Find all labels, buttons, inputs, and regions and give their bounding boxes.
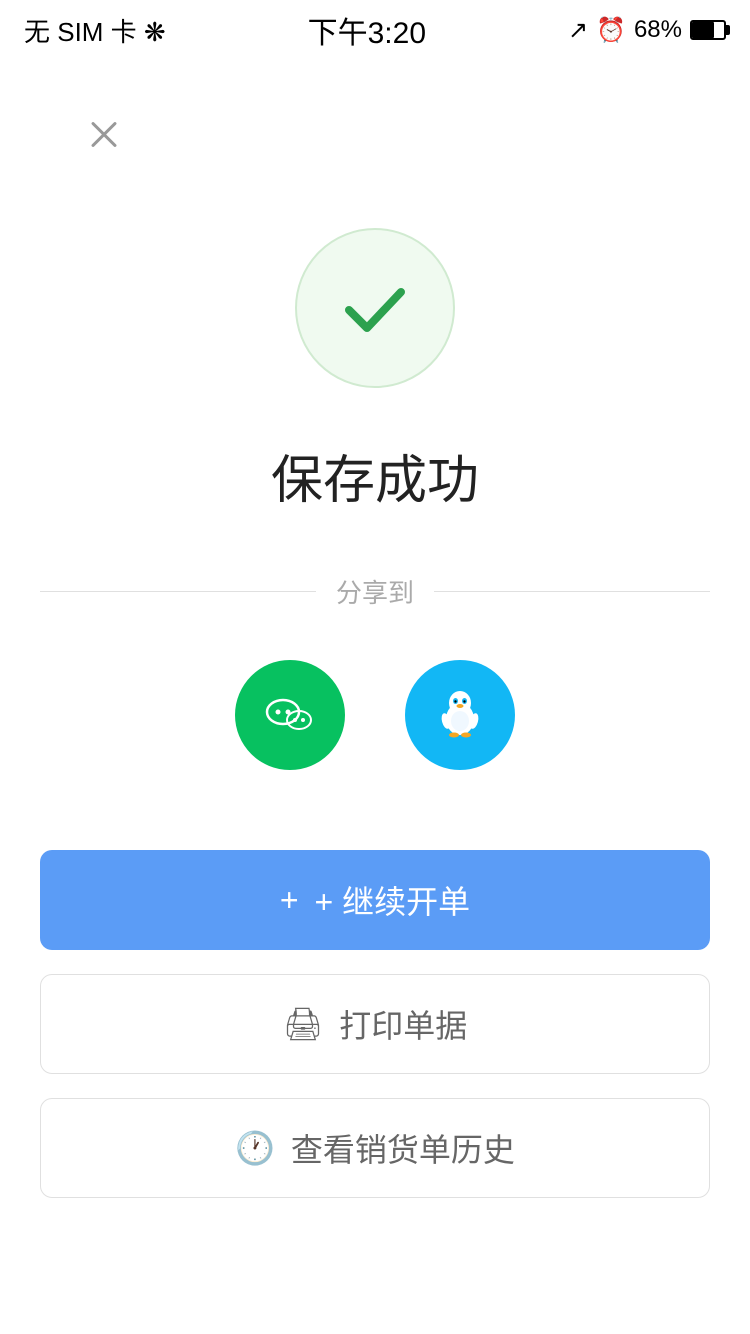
action-buttons: + + 继续开单 🖨 打印单据 🕐 查看销货单历史 xyxy=(40,850,710,1198)
close-button[interactable] xyxy=(80,110,128,158)
print-label: 打印单据 xyxy=(339,1001,467,1047)
wechat-share-button[interactable] xyxy=(235,660,345,770)
status-time: 下午3:20 xyxy=(308,8,426,52)
divider-line-left xyxy=(40,591,316,592)
clock-icon: 🕐 xyxy=(235,1129,275,1167)
location-icon: ↗ xyxy=(568,16,588,45)
alarm-icon: ⏰ xyxy=(596,16,626,45)
status-right: ↗ ⏰ 68% xyxy=(568,16,726,45)
status-bar: 无 SIM 卡 ❋ 下午3:20 ↗ ⏰ 68% xyxy=(0,0,750,60)
qq-icon xyxy=(430,685,490,745)
history-button[interactable]: 🕐 查看销货单历史 xyxy=(40,1098,710,1198)
checkmark-icon xyxy=(335,268,415,348)
success-icon-circle xyxy=(295,228,455,388)
share-divider: 分享到 xyxy=(40,573,710,610)
status-left: 无 SIM 卡 ❋ xyxy=(24,12,166,49)
printer-icon: 🖨 xyxy=(283,1005,324,1043)
main-content: 保存成功 分享到 xyxy=(0,128,750,1334)
wechat-icon xyxy=(259,684,321,746)
battery-icon xyxy=(690,20,726,40)
share-icons-row xyxy=(235,660,515,770)
battery-level: 68% xyxy=(634,16,682,44)
history-label: 查看销货单历史 xyxy=(291,1125,515,1171)
continue-label: + 继续开单 xyxy=(315,877,471,923)
sim-status: 无 SIM 卡 ❋ xyxy=(24,12,166,49)
qq-share-button[interactable] xyxy=(405,660,515,770)
continue-button[interactable]: + + 继续开单 xyxy=(40,850,710,950)
share-label: 分享到 xyxy=(336,573,414,610)
plus-icon: + xyxy=(280,882,299,919)
print-button[interactable]: 🖨 打印单据 xyxy=(40,974,710,1074)
divider-line-right xyxy=(434,591,710,592)
success-title: 保存成功 xyxy=(271,438,479,513)
